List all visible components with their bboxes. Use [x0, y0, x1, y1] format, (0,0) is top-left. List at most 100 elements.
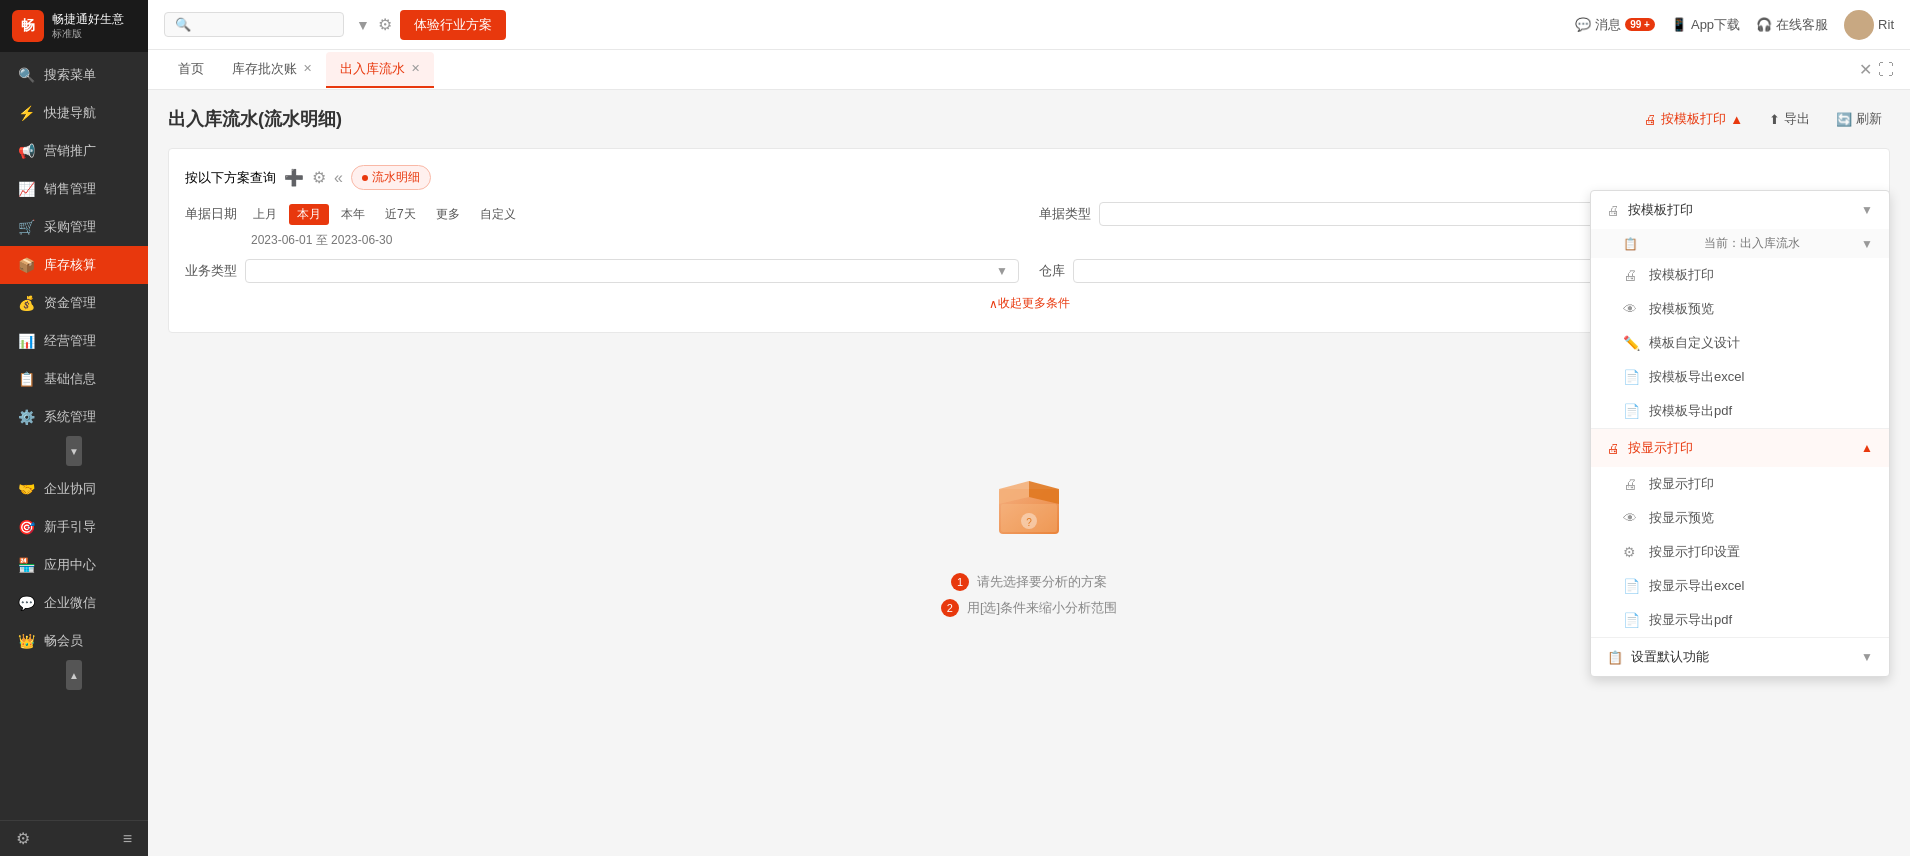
chevron-up-icon: ▲	[1730, 112, 1743, 127]
sidebar-item-label: 企业微信	[44, 594, 96, 612]
sidebar-item-label: 经营管理	[44, 332, 96, 350]
online-service-btn[interactable]: 🎧 在线客服	[1756, 16, 1828, 34]
scroll-up-btn[interactable]: ▲	[66, 660, 82, 690]
app-download-btn[interactable]: 📱 App下载	[1671, 16, 1740, 34]
sidebar-item-sales[interactable]: 📈 销售管理	[0, 170, 148, 208]
template-excel-label: 按模板导出excel	[1649, 368, 1873, 386]
tab-close-all-btn[interactable]: ✕	[1859, 60, 1872, 79]
date-tab-year[interactable]: 本年	[333, 204, 373, 225]
template-print-label: 按模板打印	[1649, 266, 1873, 284]
inventory-icon: 📦	[16, 257, 36, 273]
sidebar-item-inventory[interactable]: 📦 库存核算	[0, 246, 148, 284]
print-template-btn[interactable]: 🖨 按模板打印 ▲	[1636, 106, 1751, 132]
sidebar-item-quicknav[interactable]: ⚡ 快捷导航	[0, 94, 148, 132]
sidebar-item-basic[interactable]: 📋 基础信息	[0, 360, 148, 398]
tag-dot	[362, 175, 368, 181]
sidebar-item-label: 企业协同	[44, 480, 96, 498]
sidebar: 畅 畅捷通好生意 标准版 🔍 搜索菜单 ⚡ 快捷导航 📢 营销推广 📈 销售管理…	[0, 0, 148, 856]
display-printer-icon: 🖨	[1607, 441, 1620, 456]
topbar-gear-icon[interactable]: ⚙	[378, 15, 392, 34]
svg-text:?: ?	[1026, 517, 1032, 528]
template-preview-label: 按模板预览	[1649, 300, 1873, 318]
template-print-section-header[interactable]: 🖨 按模板打印 ▼	[1591, 191, 1889, 229]
filter-collapse-btn[interactable]: «	[334, 169, 343, 187]
sidebar-item-wechat[interactable]: 💬 企业微信	[0, 584, 148, 622]
set-default-title: 设置默认功能	[1631, 648, 1709, 666]
sidebar-item-operation[interactable]: 📊 经营管理	[0, 322, 148, 360]
display-excel-item[interactable]: 📄 按显示导出excel	[1591, 569, 1889, 603]
sidebar-item-label: 采购管理	[44, 218, 96, 236]
search-icon: 🔍	[175, 17, 191, 32]
message-btn[interactable]: 💬 消息 99 +	[1575, 16, 1655, 34]
filter-settings-btn[interactable]: ⚙	[312, 168, 326, 187]
system-icon: ⚙️	[16, 409, 36, 425]
template-excel-item[interactable]: 📄 按模板导出excel	[1591, 360, 1889, 394]
logo-text: 畅捷通好生意 标准版	[52, 11, 124, 42]
filter-tag: 流水明细	[351, 165, 431, 190]
sidebar-item-label: 资金管理	[44, 294, 96, 312]
display-preview-item[interactable]: 👁 按显示预览	[1591, 501, 1889, 535]
message-badge: 99 +	[1625, 18, 1655, 31]
tab-batchaccount-close[interactable]: ✕	[303, 62, 312, 75]
logo-icon: 畅	[12, 10, 44, 42]
sidebar-item-appcenter[interactable]: 🏪 应用中心	[0, 546, 148, 584]
biztype-select[interactable]: ▼	[245, 259, 1019, 283]
industry-btn[interactable]: 体验行业方案	[400, 10, 506, 40]
default-icon: 📋	[1607, 650, 1623, 665]
sales-icon: 📈	[16, 181, 36, 197]
pdf-icon: 📄	[1623, 403, 1639, 419]
appcenter-icon: 🏪	[16, 557, 36, 573]
tab-batchaccount[interactable]: 库存批次账 ✕	[218, 52, 326, 88]
sidebar-item-collab[interactable]: 🤝 企业协同	[0, 470, 148, 508]
sidebar-item-member[interactable]: 👑 畅会员	[0, 622, 148, 660]
settings-icon[interactable]: ⚙	[16, 829, 30, 848]
date-tab-current-month[interactable]: 本月	[289, 204, 329, 225]
display-pdf-icon: 📄	[1623, 612, 1639, 628]
doctype-label: 单据类型	[1039, 205, 1091, 223]
sidebar-item-system[interactable]: ⚙️ 系统管理	[0, 398, 148, 436]
topbar-search[interactable]: 🔍	[164, 12, 344, 37]
tab-expand-btn[interactable]: ⛶	[1878, 60, 1894, 79]
sidebar-item-search[interactable]: 🔍 搜索菜单	[0, 56, 148, 94]
toolbar-right: 🖨 按模板打印 ▲ ⬆ 导出 🔄 刷新	[1636, 106, 1890, 132]
filter-add-btn[interactable]: ➕	[284, 168, 304, 187]
display-print-settings-item[interactable]: ⚙ 按显示打印设置	[1591, 535, 1889, 569]
template-pdf-item[interactable]: 📄 按模板导出pdf	[1591, 394, 1889, 428]
display-print-item[interactable]: 🖨 按显示打印	[1591, 467, 1889, 501]
date-tab-last-month[interactable]: 上月	[245, 204, 285, 225]
export-label: 导出	[1784, 110, 1810, 128]
tabbar: 首页 库存批次账 ✕ 出入库流水 ✕ ✕ ⛶	[148, 50, 1910, 90]
sidebar-item-guide[interactable]: 🎯 新手引导	[0, 508, 148, 546]
template-pdf-label: 按模板导出pdf	[1649, 402, 1873, 420]
display-print-section-header[interactable]: 🖨 按显示打印 ▲	[1591, 429, 1889, 467]
biztype-label: 业务类型	[185, 262, 237, 280]
guide-icon: 🎯	[16, 519, 36, 535]
display-settings-label: 按显示打印设置	[1649, 543, 1873, 561]
tabbar-actions: ✕ ⛶	[1859, 60, 1894, 79]
set-default-section-header[interactable]: 📋 设置默认功能 ▼	[1591, 638, 1889, 676]
sidebar-item-finance[interactable]: 💰 资金管理	[0, 284, 148, 322]
tab-home[interactable]: 首页	[164, 52, 218, 88]
sidebar-item-purchase[interactable]: 🛒 采购管理	[0, 208, 148, 246]
sidebar-item-label: 营销推广	[44, 142, 96, 160]
topbar-dropdown-icon[interactable]: ▼	[356, 17, 370, 33]
topbar-right: 💬 消息 99 + 📱 App下载 🎧 在线客服 Rit	[1575, 10, 1894, 40]
refresh-btn[interactable]: 🔄 刷新	[1828, 106, 1890, 132]
sidebar-logo: 畅 畅捷通好生意 标准版	[0, 0, 148, 52]
collapse-sidebar-icon[interactable]: ≡	[123, 830, 132, 848]
template-preview-item[interactable]: 👁 按模板预览	[1591, 292, 1889, 326]
scroll-down-btn[interactable]: ▼	[66, 436, 82, 466]
tab-flowdetail-close[interactable]: ✕	[411, 62, 420, 75]
user-avatar-btn[interactable]: Rit	[1844, 10, 1894, 40]
member-icon: 👑	[16, 633, 36, 649]
sidebar-item-marketing[interactable]: 📢 营销推广	[0, 132, 148, 170]
date-tab-custom[interactable]: 自定义	[472, 204, 524, 225]
display-pdf-item[interactable]: 📄 按显示导出pdf	[1591, 603, 1889, 637]
search-input[interactable]	[195, 18, 333, 32]
tab-flowdetail[interactable]: 出入库流水 ✕	[326, 52, 434, 88]
export-btn[interactable]: ⬆ 导出	[1761, 106, 1818, 132]
date-tab-7days[interactable]: 近7天	[377, 204, 424, 225]
template-print-item[interactable]: 🖨 按模板打印	[1591, 258, 1889, 292]
template-custom-item[interactable]: ✏️ 模板自定义设计	[1591, 326, 1889, 360]
date-tab-more[interactable]: 更多	[428, 204, 468, 225]
